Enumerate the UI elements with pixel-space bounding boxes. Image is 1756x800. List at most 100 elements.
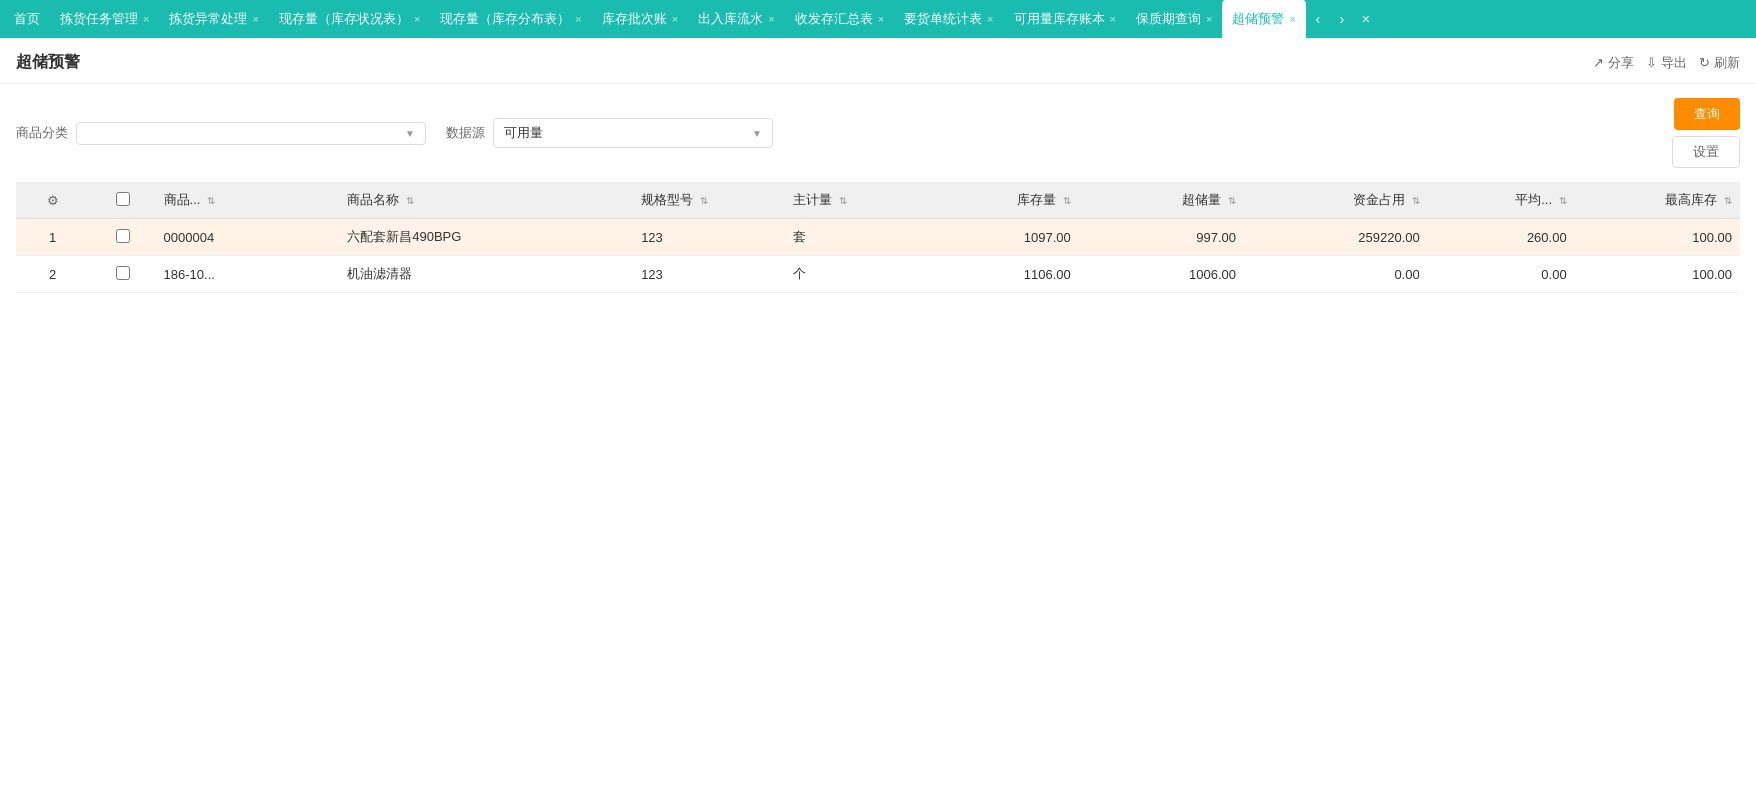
filter-area: 商品分类 ▼ 数据源 可用量 ▼ 查询 设置 [0,84,1756,182]
th-spec[interactable]: 规格型号 ⇅ [633,182,785,219]
sort-unit-icon: ⇅ [839,195,847,206]
gear-icon[interactable]: ⚙ [47,193,59,208]
th-overstock[interactable]: 超储量 ⇅ [1079,182,1244,219]
th-checkbox[interactable] [89,182,155,219]
share-label: 分享 [1608,54,1634,72]
datasource-filter: 数据源 可用量 ▼ [446,118,773,148]
th-stock[interactable]: 库存量 ⇅ [913,182,1078,219]
sort-avg-icon: ⇅ [1559,195,1567,206]
sort-capital-icon: ⇅ [1412,195,1420,206]
data-table: ⚙ 商品... ⇅ 商品名称 ⇅ 规格型号 ⇅ [16,182,1740,293]
nav-close-arrow[interactable]: × [1354,7,1378,31]
cell-maxstock: 100.00 [1575,256,1740,293]
nav-quality-label: 保质期查询 [1136,10,1201,28]
cell-checkbox[interactable] [89,219,155,256]
nav-inout-flow[interactable]: 出入库流水 × [688,0,784,38]
nav-task-mgmt[interactable]: 拣货任务管理 × [50,0,159,38]
nav-quality[interactable]: 保质期查询 × [1126,0,1222,38]
nav-abnormal-close[interactable]: × [252,13,258,25]
cell-stock: 1106.00 [913,256,1078,293]
nav-prev-arrow[interactable]: ‹ [1306,7,1330,31]
header-actions: ↗ 分享 ⇩ 导出 ↻ 刷新 [1593,54,1740,72]
query-button[interactable]: 查询 [1674,98,1740,130]
th-capital[interactable]: 资金占用 ⇅ [1244,182,1428,219]
th-avg[interactable]: 平均... ⇅ [1428,182,1575,219]
th-product-code-label: 商品... [164,192,201,207]
product-category-select[interactable]: ▼ [76,122,426,145]
row-checkbox[interactable] [116,229,130,243]
nav-batch-close[interactable]: × [672,13,678,25]
sort-overstock-icon: ⇅ [1228,195,1236,206]
nav-available-ledger-close[interactable]: × [1110,13,1116,25]
share-button[interactable]: ↗ 分享 [1593,54,1634,72]
nav-inout-flow-close[interactable]: × [768,13,774,25]
th-product-code[interactable]: 商品... ⇅ [156,182,340,219]
page-title: 超储预警 [16,52,80,73]
cell-capital: 259220.00 [1244,219,1428,256]
nav-stock-dist[interactable]: 现存量（库存分布表） × [430,0,591,38]
top-nav: 首页 拣货任务管理 × 拣货异常处理 × 现存量（库存状况表） × 现存量（库存… [0,0,1756,38]
cell-checkbox[interactable] [89,256,155,293]
cell-product-name: 六配套新昌490BPG [339,219,633,256]
nav-order-stat-label: 要货单统计表 [904,10,982,28]
nav-abnormal-label: 拣货异常处理 [169,10,247,28]
datasource-value: 可用量 [504,124,744,142]
cell-overstock: 997.00 [1079,219,1244,256]
product-category-label: 商品分类 [16,124,68,142]
nav-task-mgmt-label: 拣货任务管理 [60,10,138,28]
nav-overstock-warning-close[interactable]: × [1289,13,1295,25]
cell-product-name: 机油滤清器 [339,256,633,293]
th-maxstock-label: 最高库存 [1665,192,1717,207]
nav-abnormal[interactable]: 拣货异常处理 × [159,0,268,38]
nav-next-arrow[interactable]: › [1330,7,1354,31]
th-unit-label: 主计量 [793,192,832,207]
cell-spec: 123 [633,256,785,293]
table-row: 1 0000004 六配套新昌490BPG 123 套 1097.00 997.… [16,219,1740,256]
th-product-name[interactable]: 商品名称 ⇅ [339,182,633,219]
table-header-row: ⚙ 商品... ⇅ 商品名称 ⇅ 规格型号 ⇅ [16,182,1740,219]
th-product-name-label: 商品名称 [347,192,399,207]
nav-home[interactable]: 首页 [4,0,50,38]
th-avg-label: 平均... [1515,192,1552,207]
cell-unit: 个 [785,256,914,293]
cell-unit: 套 [785,219,914,256]
cell-product-code: 186-10... [156,256,340,293]
nav-order-stat[interactable]: 要货单统计表 × [894,0,1003,38]
datasource-arrow-icon: ▼ [752,128,762,139]
row-checkbox[interactable] [116,266,130,280]
th-settings[interactable]: ⚙ [16,182,89,219]
nav-receive-send-close[interactable]: × [878,13,884,25]
sort-maxstock-icon: ⇅ [1724,195,1732,206]
nav-inout-flow-label: 出入库流水 [698,10,763,28]
refresh-button[interactable]: ↻ 刷新 [1699,54,1740,72]
th-overstock-label: 超储量 [1182,192,1221,207]
sort-stock-icon: ⇅ [1063,195,1071,206]
nav-task-mgmt-close[interactable]: × [143,13,149,25]
nav-batch[interactable]: 库存批次账 × [592,0,688,38]
refresh-label: 刷新 [1714,54,1740,72]
export-button[interactable]: ⇩ 导出 [1646,54,1687,72]
page-header: 超储预警 ↗ 分享 ⇩ 导出 ↻ 刷新 [0,38,1756,84]
nav-receive-send-label: 收发存汇总表 [795,10,873,28]
datasource-select[interactable]: 可用量 ▼ [493,118,773,148]
nav-stock-dist-close[interactable]: × [575,13,581,25]
nav-receive-send[interactable]: 收发存汇总表 × [785,0,894,38]
th-unit[interactable]: 主计量 ⇅ [785,182,914,219]
sort-product-name-icon: ⇅ [406,195,414,206]
nav-overstock-warning[interactable]: 超储预警 × [1222,0,1305,38]
th-stock-label: 库存量 [1017,192,1056,207]
share-icon: ↗ [1593,55,1604,70]
th-maxstock[interactable]: 最高库存 ⇅ [1575,182,1740,219]
select-all-checkbox[interactable] [116,192,130,206]
nav-order-stat-close[interactable]: × [987,13,993,25]
cell-avg: 260.00 [1428,219,1575,256]
nav-quality-close[interactable]: × [1206,13,1212,25]
nav-available-ledger[interactable]: 可用量库存账本 × [1004,0,1126,38]
cell-capital: 0.00 [1244,256,1428,293]
nav-stock-status[interactable]: 现存量（库存状况表） × [269,0,430,38]
settings-button[interactable]: 设置 [1672,136,1740,168]
export-icon: ⇩ [1646,55,1657,70]
datasource-label: 数据源 [446,124,485,142]
nav-stock-status-close[interactable]: × [414,13,420,25]
nav-available-ledger-label: 可用量库存账本 [1014,10,1105,28]
